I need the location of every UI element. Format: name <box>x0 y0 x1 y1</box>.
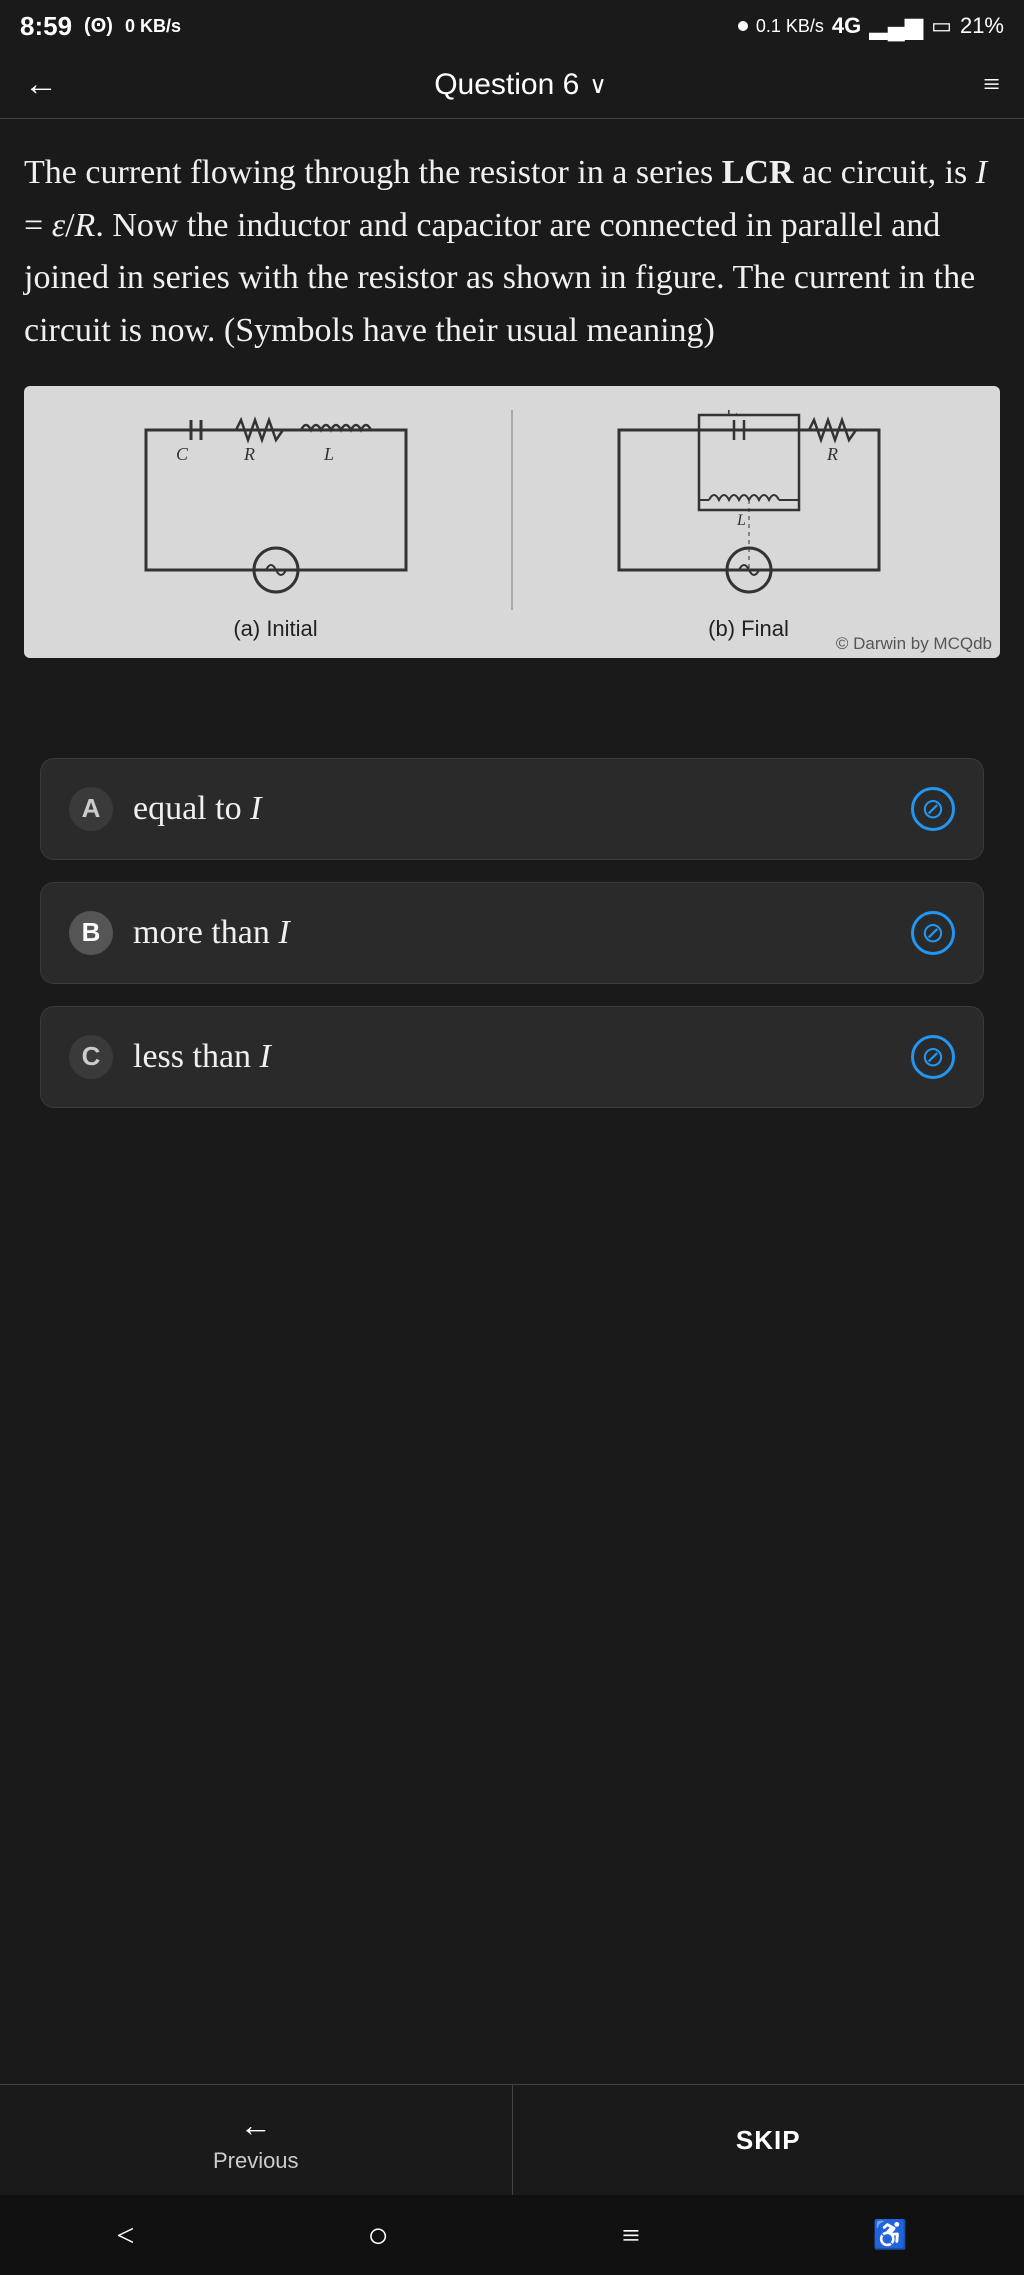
previous-arrow-icon: ← <box>240 2107 272 2144</box>
header-bar: ← Question 6 ∨ ≡ <box>0 52 1024 119</box>
option-b-card[interactable]: B more than I ⊘ <box>40 882 984 984</box>
system-home-icon[interactable]: ○ <box>367 2214 389 2256</box>
option-a-card[interactable]: A equal to I ⊘ <box>40 758 984 860</box>
previous-button[interactable]: ← Previous <box>0 2085 513 2195</box>
content-area: The current flowing through the resistor… <box>0 119 1024 1360</box>
question-text: The current flowing through the resistor… <box>24 147 1000 358</box>
status-signal-label: 0.1 KB/s <box>756 16 824 37</box>
signal-dot <box>738 21 748 31</box>
bottom-nav: ← Previous SKIP < ○ ≡ ♿ <box>0 2084 1024 2275</box>
circuit-svg-final: C L R <box>609 410 889 610</box>
status-network-type: 4G <box>832 13 861 39</box>
nav-buttons: ← Previous SKIP <box>0 2085 1024 2195</box>
option-c-label: C <box>69 1035 113 1079</box>
option-b-icon: ⊘ <box>911 911 955 955</box>
option-c-card[interactable]: C less than I ⊘ <box>40 1006 984 1108</box>
system-recents-icon[interactable]: ≡ <box>622 2217 640 2254</box>
skip-button[interactable]: SKIP <box>513 2085 1024 2195</box>
option-c-left: C less than I <box>69 1035 271 1079</box>
status-time-area: 8:59 (ʘ) 0 KB/s <box>20 11 181 42</box>
status-bar: 8:59 (ʘ) 0 KB/s 0.1 KB/s 4G ▂▄▆ ▭ 21% <box>0 0 1024 52</box>
signal-bars-icon: ▂▄▆ <box>869 12 923 41</box>
status-right-area: 0.1 KB/s 4G ▂▄▆ ▭ 21% <box>738 12 1004 41</box>
status-time: 8:59 <box>20 11 72 42</box>
options-area: A equal to I ⊘ B more than I ⊘ C less th… <box>24 738 1000 1150</box>
option-c-icon: ⊘ <box>911 1035 955 1079</box>
menu-icon[interactable]: ≡ <box>983 68 1000 102</box>
back-button[interactable]: ← <box>24 66 58 104</box>
diagram-options-spacer <box>24 688 1000 738</box>
circuit-diagram: C R L (a) Initial <box>24 386 1000 658</box>
status-network-label: 0 KB/s <box>125 16 181 37</box>
option-b-label: B <box>69 911 113 955</box>
bottom-spacer <box>24 1150 1000 1340</box>
circuit-label-a: (a) Initial <box>233 616 317 642</box>
svg-text:R: R <box>243 444 255 464</box>
header-title-area: Question 6 ∨ <box>434 68 607 102</box>
svg-text:L: L <box>736 512 746 529</box>
system-accessibility-icon[interactable]: ♿ <box>873 2218 908 2252</box>
option-a-label: A <box>69 787 113 831</box>
system-back-icon[interactable]: < <box>116 2217 134 2254</box>
circuit-final: C L R <box>513 410 984 642</box>
previous-label: Previous <box>213 2148 299 2174</box>
battery-label: 21% <box>960 13 1004 39</box>
header-title: Question 6 <box>434 68 579 102</box>
svg-text:C: C <box>176 444 189 464</box>
option-a-left: A equal to I <box>69 787 261 831</box>
status-network-icon: (ʘ) <box>84 15 113 38</box>
option-b-left: B more than I <box>69 911 290 955</box>
option-a-text: equal to I <box>133 790 261 828</box>
dropdown-icon[interactable]: ∨ <box>589 71 607 100</box>
option-b-text: more than I <box>133 914 290 952</box>
copyright-text: © Darwin by MCQdb <box>836 634 992 654</box>
skip-label: SKIP <box>736 2125 801 2156</box>
svg-text:R: R <box>826 444 838 464</box>
circuit-label-b: (b) Final <box>708 616 789 642</box>
option-c-text: less than I <box>133 1038 271 1076</box>
circuit-svg-initial: C R L <box>136 410 416 610</box>
battery-icon: ▭ <box>931 13 952 39</box>
svg-text:L: L <box>323 444 334 464</box>
system-nav-bar: < ○ ≡ ♿ <box>0 2195 1024 2275</box>
svg-text:C: C <box>727 410 738 420</box>
circuit-initial: C R L (a) Initial <box>40 410 511 642</box>
option-a-icon: ⊘ <box>911 787 955 831</box>
